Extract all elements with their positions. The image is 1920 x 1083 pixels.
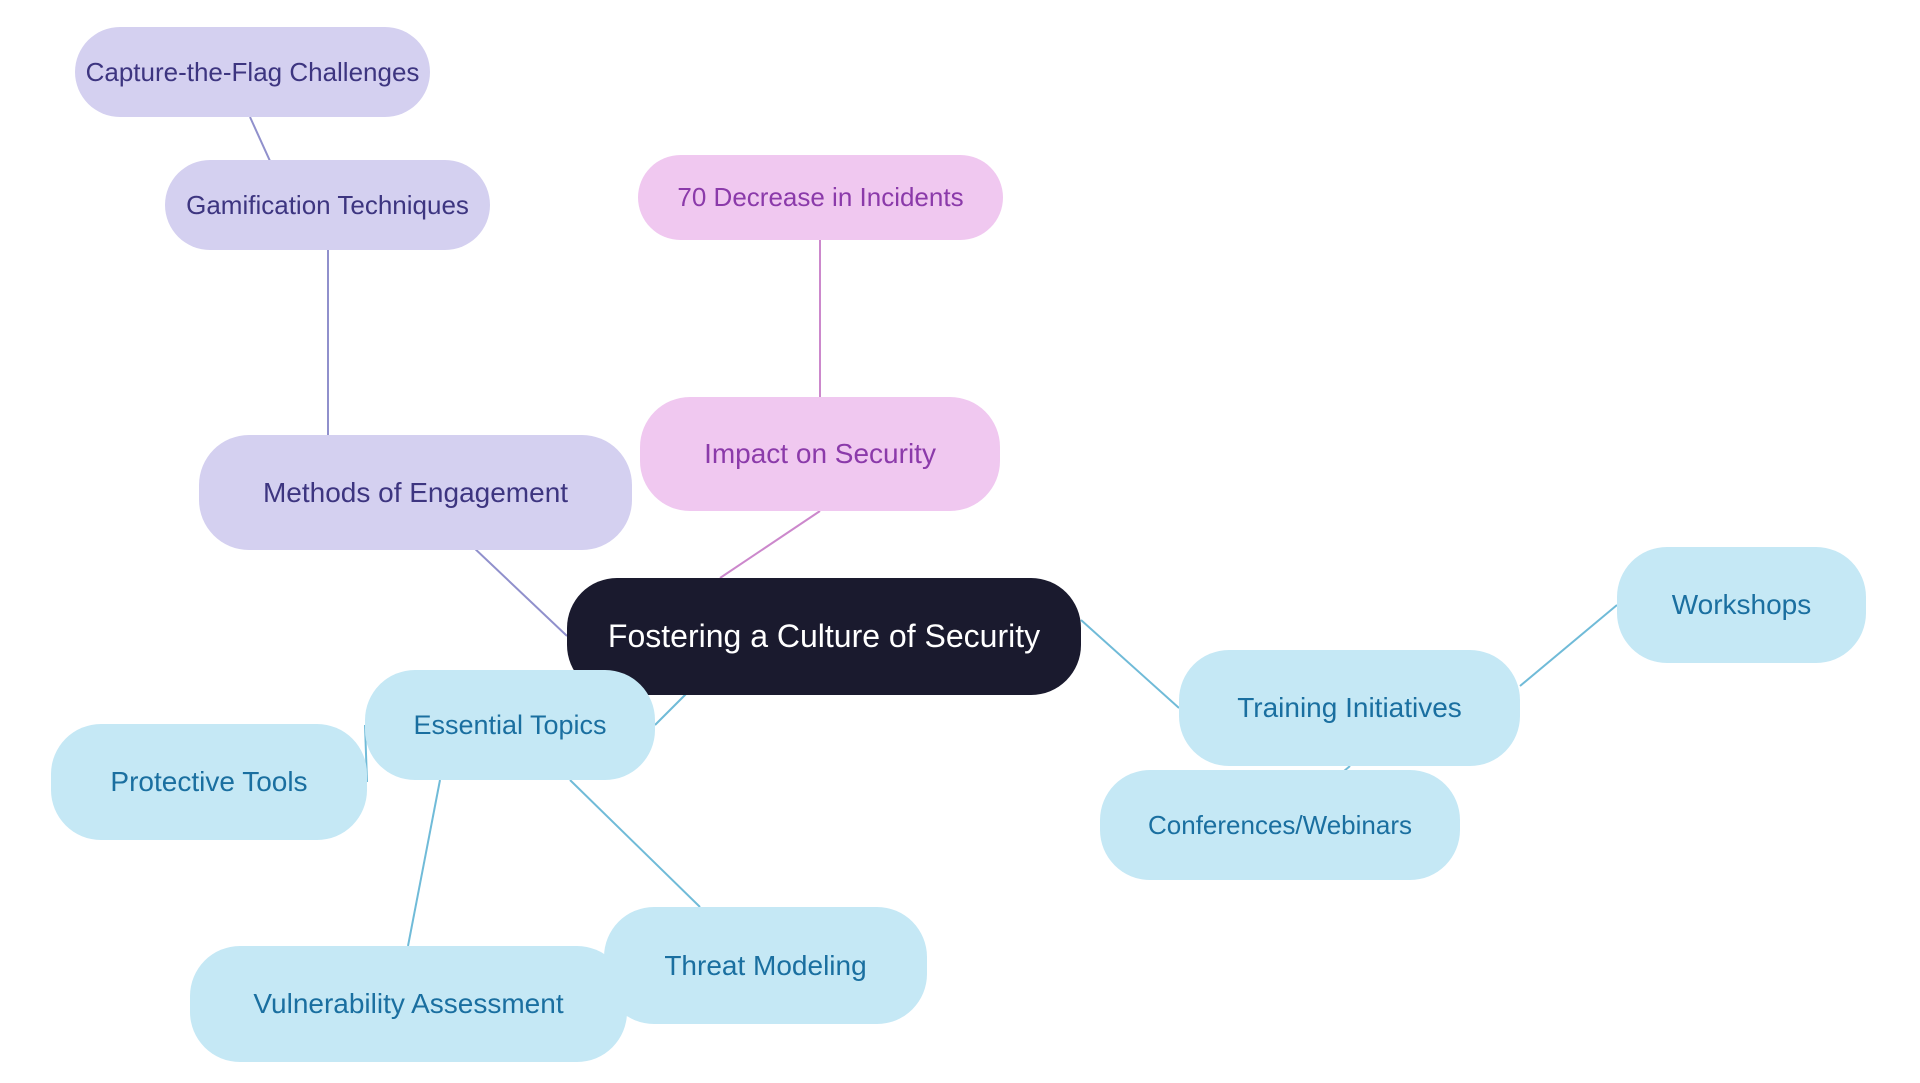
center-node: Fostering a Culture of Security <box>567 578 1081 695</box>
training-initiatives-node: Training Initiatives <box>1179 650 1520 766</box>
decrease-incidents-node: 70 Decrease in Incidents <box>638 155 1003 240</box>
workshops-node: Workshops <box>1617 547 1866 663</box>
capture-flag-node: Capture-the-Flag Challenges <box>75 27 430 117</box>
threat-modeling-node: Threat Modeling <box>604 907 927 1024</box>
methods-of-engagement-node: Methods of Engagement <box>199 435 632 550</box>
gamification-node: Gamification Techniques <box>165 160 490 250</box>
essential-topics-node: Essential Topics <box>365 670 655 780</box>
protective-tools-node: Protective Tools <box>51 724 367 840</box>
impact-on-security-node: Impact on Security <box>640 397 1000 511</box>
conferences-webinars-node: Conferences/Webinars <box>1100 770 1460 880</box>
vulnerability-assessment-node: Vulnerability Assessment <box>190 946 627 1062</box>
